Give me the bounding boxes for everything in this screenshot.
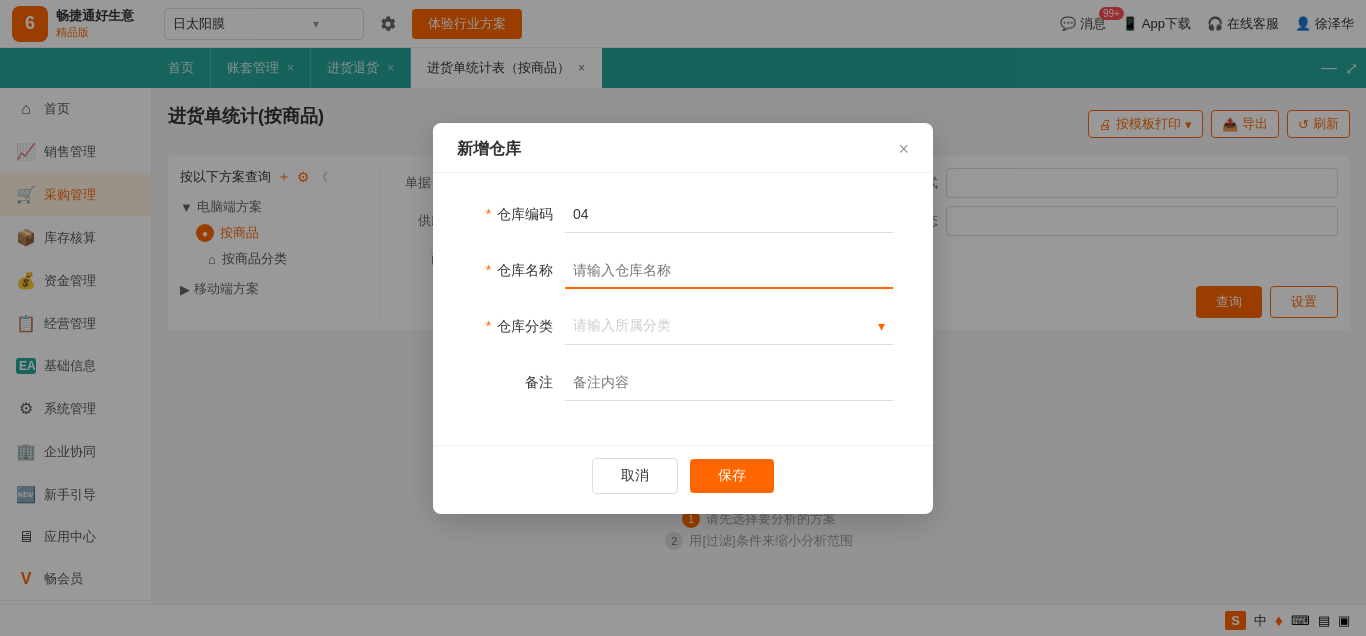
note-label: 备注 [473,374,553,392]
required-star-name: * [486,262,491,278]
warehouse-code-input[interactable] [565,197,893,233]
category-select[interactable]: 请输入所属分类 ▾ [565,309,893,345]
modal-footer: 取消 保存 [433,445,933,514]
category-label: * 仓库分类 [473,318,553,336]
form-row-name: * 仓库名称 [473,253,893,289]
note-input[interactable] [565,365,893,401]
modal-body: * 仓库编码 * 仓库名称 * 仓库分类 请输入所属 [433,173,933,445]
required-star-category: * [486,318,491,334]
category-dropdown-icon: ▾ [878,318,885,334]
cancel-button[interactable]: 取消 [592,458,678,494]
modal-title: 新增仓库 [457,139,521,160]
code-label: * 仓库编码 [473,206,553,224]
modal-header: 新增仓库 × [433,123,933,173]
form-row-code: * 仓库编码 [473,197,893,233]
modal-overlay: 新增仓库 × * 仓库编码 * 仓库名称 [0,0,1366,636]
form-row-category: * 仓库分类 请输入所属分类 ▾ [473,309,893,345]
category-placeholder: 请输入所属分类 [573,317,671,335]
modal-close-icon[interactable]: × [898,140,909,158]
form-row-note: 备注 [473,365,893,401]
name-label: * 仓库名称 [473,262,553,280]
warehouse-name-input[interactable] [565,253,893,289]
add-warehouse-modal: 新增仓库 × * 仓库编码 * 仓库名称 [433,123,933,514]
save-button[interactable]: 保存 [690,459,774,493]
required-star-code: * [486,206,491,222]
